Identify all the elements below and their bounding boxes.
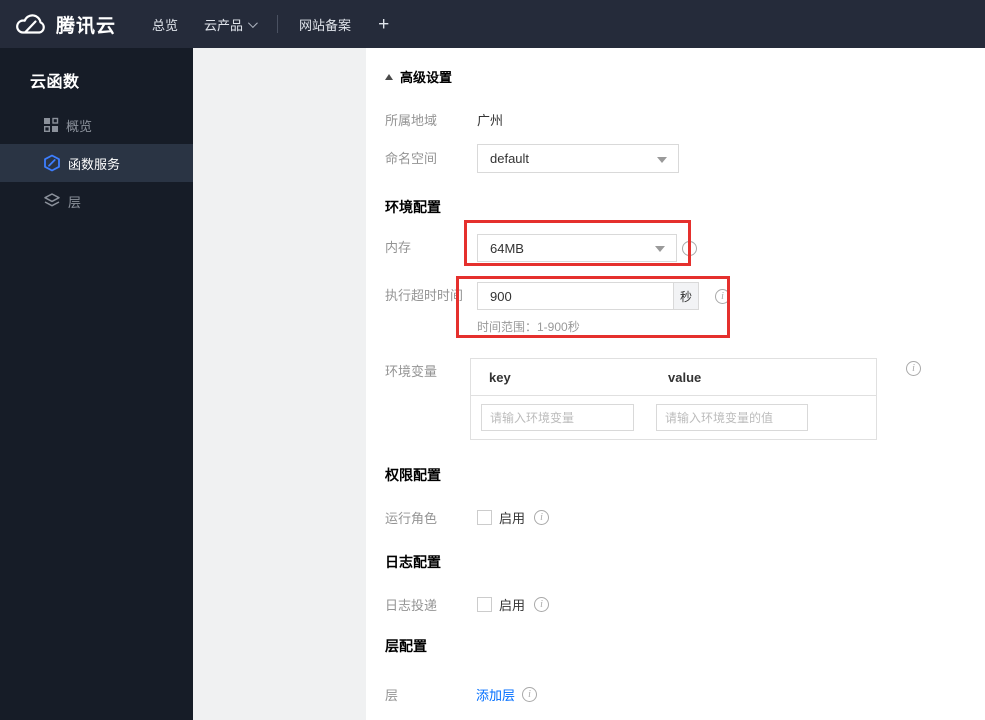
sidebar: 云函数 概览 函数服务 层 xyxy=(0,48,193,720)
timeout-input[interactable] xyxy=(478,283,673,309)
envvar-key-header: key xyxy=(489,369,511,385)
namespace-row: 命名空间 default xyxy=(366,144,985,173)
brand-logo[interactable]: 腾讯云 xyxy=(14,11,116,38)
nav-item-overview[interactable]: 总览 xyxy=(152,15,178,34)
timeout-row: 执行超时时间 秒 i 时间范围：1-900秒 xyxy=(366,282,985,334)
layer-row: 层 添加层 i xyxy=(366,685,985,704)
timeout-input-group: 秒 xyxy=(477,282,699,310)
timeout-info-icon[interactable]: i xyxy=(715,289,730,304)
tencent-cloud-logo-icon xyxy=(16,14,45,34)
envvar-row: 环境变量 key value i xyxy=(366,358,985,440)
sidebar-item-overview[interactable]: 概览 xyxy=(0,106,193,144)
envvar-table-row xyxy=(471,396,876,439)
add-tab-button[interactable]: + xyxy=(378,15,389,34)
region-row: 所属地域 广州 xyxy=(366,110,985,129)
brand-text: 腾讯云 xyxy=(56,15,117,37)
nav-divider xyxy=(277,15,279,33)
memory-label: 内存 xyxy=(385,240,412,255)
sidebar-item-layer[interactable]: 层 xyxy=(0,182,193,220)
run-role-enable-checkbox[interactable] xyxy=(477,510,492,525)
namespace-selected-value: default xyxy=(490,151,530,166)
settings-form: 高级设置 所属地域 广州 命名空间 default 环境配置 内存 64MB i… xyxy=(366,48,985,720)
run-role-enable-label: 启用 xyxy=(499,511,526,526)
timeout-label: 执行超时时间 xyxy=(385,288,464,303)
advanced-settings-label: 高级设置 xyxy=(400,70,453,85)
sidebar-title: 云函数 xyxy=(30,74,80,91)
envvar-value-header: value xyxy=(668,369,702,385)
top-nav: 腾讯云 总览 云产品 网站备案 + xyxy=(0,0,985,48)
sidebar-item-label: 函数服务 xyxy=(68,156,121,172)
function-list-panel xyxy=(193,48,366,720)
namespace-label: 命名空间 xyxy=(385,151,438,166)
chevron-down-icon xyxy=(248,17,258,28)
env-config-section-title: 环境配置 xyxy=(385,199,441,215)
run-role-row: 运行角色 启用 i xyxy=(366,508,985,527)
hexagon-function-icon xyxy=(44,154,60,172)
memory-info-icon[interactable]: i xyxy=(682,241,697,256)
memory-row: 内存 64MB i xyxy=(366,234,985,262)
log-config-section-title: 日志配置 xyxy=(385,554,441,570)
advanced-settings-toggle[interactable]: 高级设置 xyxy=(385,67,452,86)
log-delivery-enable-label: 启用 xyxy=(499,598,526,613)
namespace-select[interactable]: default xyxy=(477,144,679,173)
chevron-down-icon xyxy=(657,157,667,163)
layer-label: 层 xyxy=(385,688,399,703)
add-layer-link[interactable]: 添加层 xyxy=(476,685,515,704)
envvar-table: key value xyxy=(470,358,877,440)
timeout-range-hint: 时间范围：1-900秒 xyxy=(477,320,580,334)
nav-item-icp[interactable]: 网站备案 xyxy=(299,15,351,34)
layer-info-icon[interactable]: i xyxy=(522,687,538,702)
nav-item-cloud-products[interactable]: 云产品 xyxy=(204,15,258,34)
memory-selected-value: 64MB xyxy=(490,240,524,256)
log-delivery-label: 日志投递 xyxy=(385,598,438,613)
perm-config-section-title: 权限配置 xyxy=(385,467,441,483)
envvar-label: 环境变量 xyxy=(385,364,438,379)
envvar-key-input[interactable] xyxy=(481,404,634,431)
envvar-info-icon[interactable]: i xyxy=(906,361,921,376)
region-value: 广州 xyxy=(477,113,504,128)
collapse-arrow-icon xyxy=(385,73,393,80)
sidebar-item-label: 层 xyxy=(68,194,82,210)
envvar-value-input[interactable] xyxy=(656,404,808,431)
run-role-label: 运行角色 xyxy=(385,511,438,526)
chevron-down-icon xyxy=(655,246,665,252)
run-role-info-icon[interactable]: i xyxy=(534,510,550,525)
layers-icon xyxy=(44,193,60,207)
nav-products-label: 云产品 xyxy=(204,17,244,33)
layer-config-section-title: 层配置 xyxy=(385,638,427,654)
sidebar-item-function-service[interactable]: 函数服务 xyxy=(0,144,193,182)
sidebar-item-label: 概览 xyxy=(66,118,93,134)
envvar-table-header: key value xyxy=(471,359,876,396)
log-delivery-row: 日志投递 启用 i xyxy=(366,595,985,614)
timeout-unit-suffix: 秒 xyxy=(673,283,698,309)
grid-icon xyxy=(44,117,59,132)
region-label: 所属地域 xyxy=(385,113,438,128)
log-delivery-enable-checkbox[interactable] xyxy=(477,597,492,612)
memory-select[interactable]: 64MB xyxy=(477,234,677,262)
log-delivery-info-icon[interactable]: i xyxy=(534,597,550,612)
